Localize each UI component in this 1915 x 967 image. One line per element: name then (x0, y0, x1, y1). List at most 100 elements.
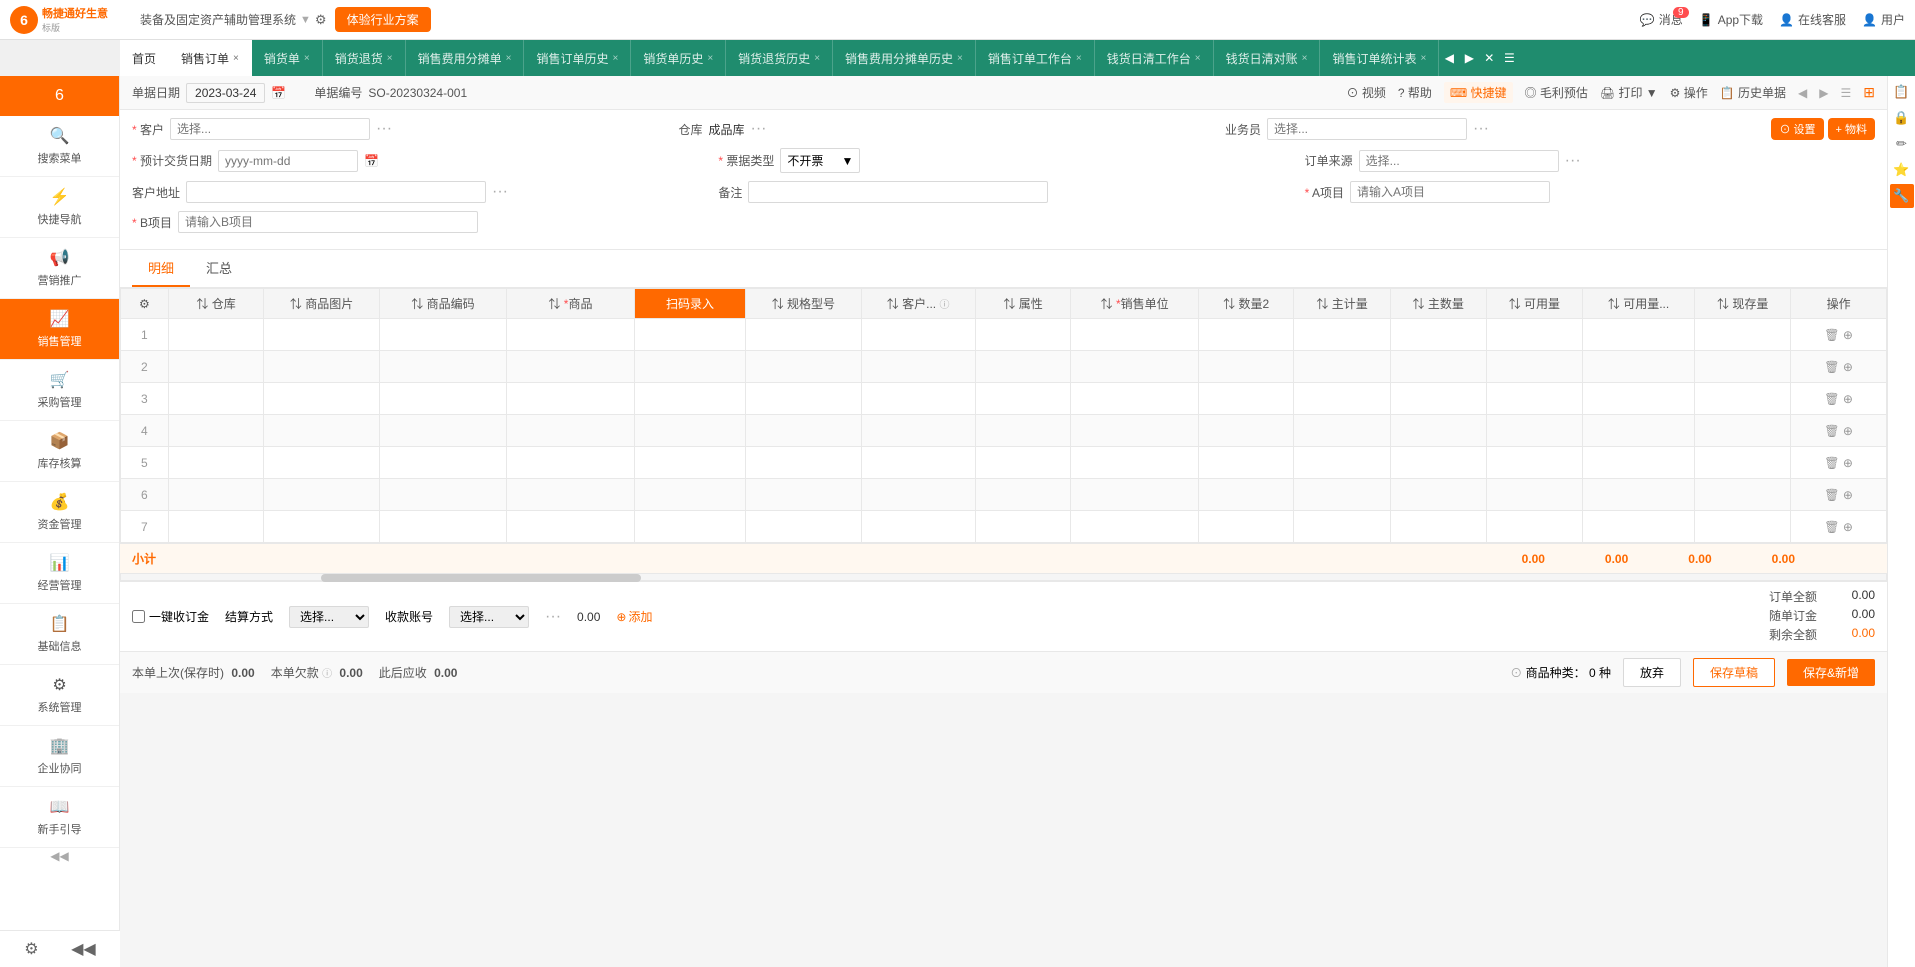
add-material-btn[interactable]: + 物料 (1828, 118, 1875, 140)
close-icon[interactable]: × (233, 53, 239, 64)
tab-daily-reconcile[interactable]: 钱货日清对账 × (1214, 40, 1321, 76)
online-service-item[interactable]: 👤 在线客服 (1779, 11, 1846, 28)
remark-input[interactable] (748, 181, 1048, 203)
help-link[interactable]: ? 帮助 (1398, 84, 1432, 101)
tab-goods-history[interactable]: 销货单历史 × (631, 40, 726, 76)
sidebar-collapse-btn[interactable]: ◀◀ (71, 939, 96, 959)
copy-icon[interactable]: ⊕ (1843, 520, 1853, 534)
sidebar-item-marketing[interactable]: 📢 营销推广 (0, 238, 119, 299)
right-panel-btn-2[interactable]: 🔒 (1890, 106, 1914, 130)
settlement-select[interactable]: 选择... (289, 606, 369, 628)
right-panel-btn-3[interactable]: ✏ (1890, 132, 1914, 156)
close-icon[interactable]: × (1302, 53, 1308, 64)
save-draft-btn[interactable]: 保存草稿 (1693, 658, 1775, 687)
delete-icon[interactable]: 🗑 (1824, 488, 1839, 502)
close-icon[interactable]: × (1420, 53, 1426, 64)
tab-return-history[interactable]: 销货退货历史 × (726, 40, 833, 76)
sidebar-item-basic[interactable]: 📋 基础信息 (0, 604, 119, 665)
sidebar-gear-icon[interactable]: ⚙ (24, 939, 38, 959)
auto-deposit-checkbox[interactable] (132, 610, 145, 623)
delete-icon[interactable]: 🗑 (1824, 520, 1839, 534)
tab-order-history[interactable]: 销售订单历史 × (524, 40, 631, 76)
nav-next-icon[interactable]: ▶ (1819, 86, 1828, 100)
sidebar-item-enterprise[interactable]: 🏢 企业协同 (0, 726, 119, 787)
tab-sales-return[interactable]: 销货退货 × (323, 40, 406, 76)
tab-close-btn[interactable]: ✕ (1479, 40, 1499, 76)
table-scroll-container[interactable]: ⚙ ⇅ 仓库 ⇅ 商品图片 ⇅ 商品编码 (120, 288, 1887, 543)
sidebar-item-quicknav[interactable]: ⚡ 快捷导航 (0, 177, 119, 238)
invoice-type-select[interactable]: 不开票 ▼ (780, 148, 860, 173)
col-scan[interactable]: 扫码录入 (634, 289, 746, 319)
tab-sales-order[interactable]: 销售订单 × (169, 40, 252, 76)
tab-sales-goods[interactable]: 销货单 × (252, 40, 323, 76)
delete-icon[interactable]: 🗑 (1824, 360, 1839, 374)
shortcut-link[interactable]: ⌨ 快捷键 (1444, 82, 1513, 103)
close-icon[interactable]: × (957, 53, 963, 64)
address-expand-icon[interactable]: ··· (492, 184, 508, 200)
account-select[interactable]: 选择... (449, 606, 529, 628)
tab-daily-workbench[interactable]: 钱货日清工作台 × (1095, 40, 1214, 76)
discard-btn[interactable]: 放弃 (1623, 658, 1681, 687)
copy-icon[interactable]: ⊕ (1843, 488, 1853, 502)
calendar-icon[interactable]: 📅 (271, 86, 286, 100)
history-link[interactable]: 📋 历史单据 (1720, 84, 1786, 101)
copy-icon[interactable]: ⊕ (1843, 392, 1853, 406)
user-item[interactable]: 👤 用户 (1862, 11, 1905, 28)
tab-prev-btn[interactable]: ◀ (1439, 40, 1459, 76)
save-new-btn[interactable]: 保存&新增 (1787, 659, 1875, 686)
industry-btn[interactable]: 体验行业方案 (335, 7, 431, 32)
col-settings[interactable]: ⚙ (121, 289, 169, 319)
operation-link[interactable]: ⚙ 操作 (1670, 84, 1708, 101)
close-icon[interactable]: × (1195, 53, 1201, 64)
project-b-input[interactable] (178, 211, 478, 233)
horizontal-scrollbar[interactable] (120, 573, 1887, 581)
customer-input[interactable] (170, 118, 370, 140)
tab-menu-btn[interactable]: ☰ (1499, 40, 1519, 76)
tab-order-stats[interactable]: 销售订单统计表 × (1320, 40, 1439, 76)
right-panel-btn-5[interactable]: 🔧 (1890, 184, 1914, 208)
salesperson-expand-icon[interactable]: ··· (1473, 121, 1489, 137)
delivery-calendar-icon[interactable]: 📅 (364, 154, 379, 168)
sidebar-item-operations[interactable]: 📊 经营管理 (0, 543, 119, 604)
copy-icon[interactable]: ⊕ (1843, 424, 1853, 438)
scroll-thumb[interactable] (321, 574, 641, 582)
account-expand-icon[interactable]: ··· (545, 609, 561, 625)
sidebar-item-purchase[interactable]: 🛒 采购管理 (0, 360, 119, 421)
copy-icon[interactable]: ⊕ (1843, 360, 1853, 374)
profit-link[interactable]: ◎ 毛利预估 (1525, 84, 1588, 101)
close-icon[interactable]: × (387, 53, 393, 64)
order-source-input[interactable] (1359, 150, 1559, 172)
print-link[interactable]: 🖨 打印 ▼ (1600, 84, 1658, 101)
close-icon[interactable]: × (707, 53, 713, 64)
right-panel-btn-1[interactable]: 📋 (1890, 80, 1914, 104)
close-icon[interactable]: × (304, 53, 310, 64)
delete-icon[interactable]: 🗑 (1824, 328, 1839, 342)
tab-summary[interactable]: 汇总 (190, 250, 248, 287)
copy-icon[interactable]: ⊕ (1843, 328, 1853, 342)
delete-icon[interactable]: 🗑 (1824, 424, 1839, 438)
sidebar-item-system[interactable]: ⚙ 系统管理 (0, 665, 119, 726)
nav-prev-icon[interactable]: ◀ (1798, 86, 1807, 100)
sidebar-collapse-icon[interactable]: ◀◀ (50, 849, 68, 863)
right-panel-btn-4[interactable]: ⭐ (1890, 158, 1914, 182)
project-a-input[interactable] (1350, 181, 1550, 203)
grid-view-icon[interactable]: ☰ (1841, 86, 1852, 100)
delete-icon[interactable]: 🗑 (1824, 392, 1839, 406)
sidebar-item-finance[interactable]: 💰 资金管理 (0, 482, 119, 543)
sidebar-item-sales[interactable]: 📈 销售管理 (0, 299, 119, 360)
sidebar-item-guide[interactable]: 📖 新手引导 (0, 787, 119, 848)
close-icon[interactable]: × (612, 53, 618, 64)
tab-detail[interactable]: 明细 (132, 250, 190, 287)
app-download-item[interactable]: 📱 App下载 (1699, 11, 1763, 28)
warehouse-expand-icon[interactable]: ··· (751, 121, 767, 137)
sidebar-item-search[interactable]: 🔍 搜索菜单 (0, 116, 119, 177)
order-source-expand-icon[interactable]: ··· (1565, 153, 1581, 169)
salesperson-input[interactable] (1267, 118, 1467, 140)
close-icon[interactable]: × (506, 53, 512, 64)
view-link[interactable]: ⊙ 视频 (1347, 84, 1386, 101)
customer-expand-icon[interactable]: ··· (376, 121, 392, 137)
settings-btn[interactable]: ⊙ 设置 (1771, 118, 1823, 140)
close-icon[interactable]: × (814, 53, 820, 64)
tab-sales-expense[interactable]: 销售费用分摊单 × (406, 40, 525, 76)
table-view-icon[interactable]: ⊞ (1863, 84, 1875, 101)
